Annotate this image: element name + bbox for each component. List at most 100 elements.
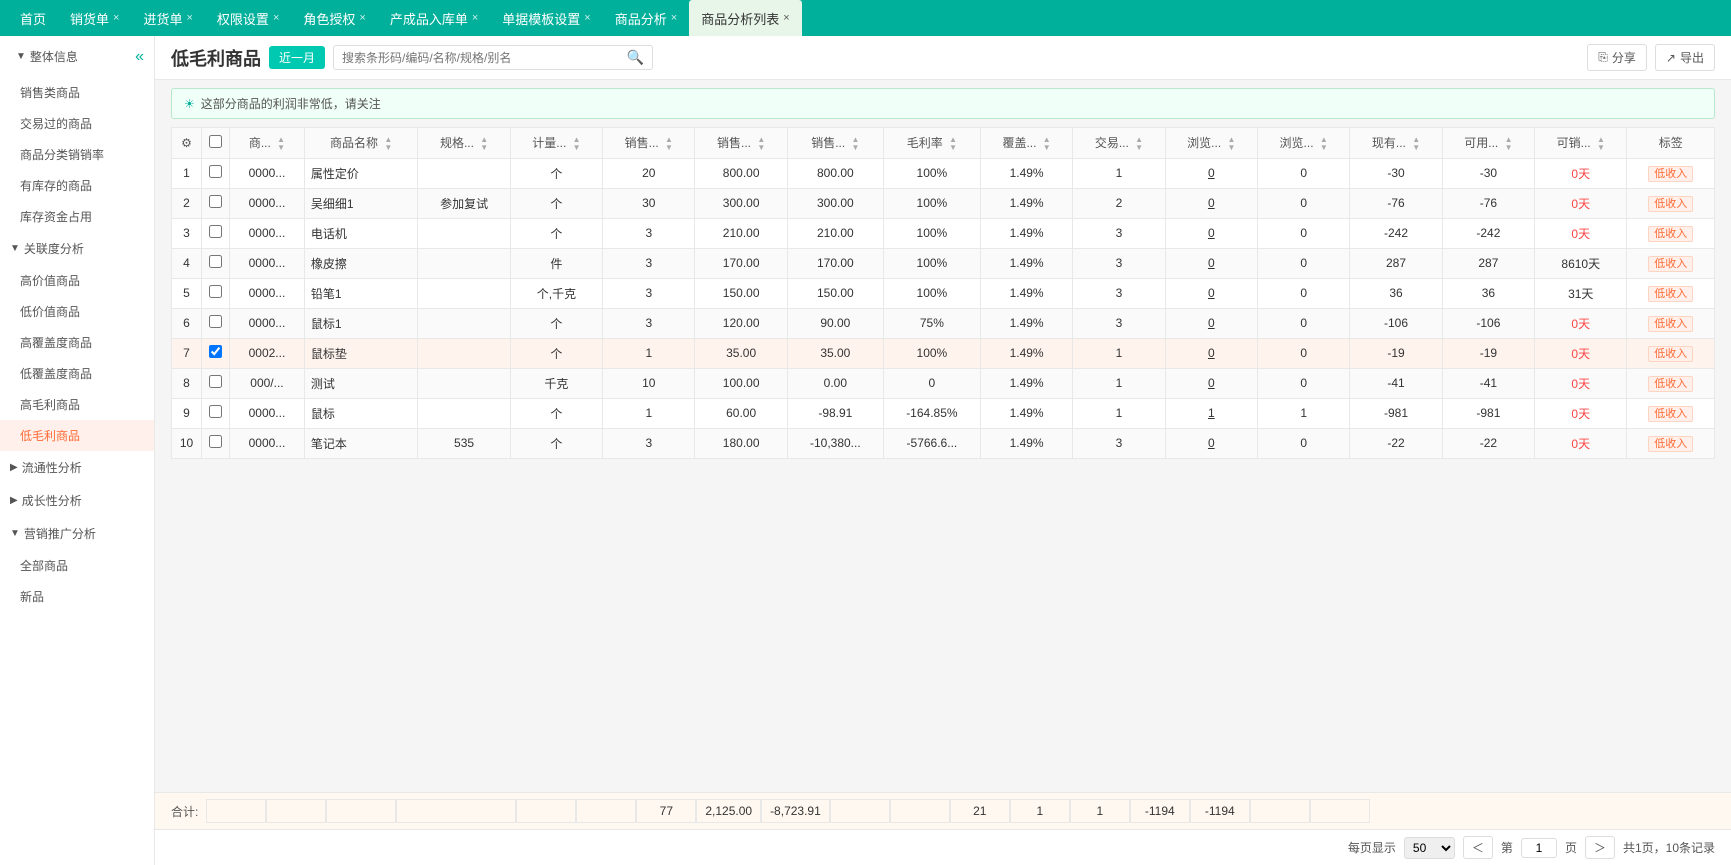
nav-product-entry-close[interactable]: × [472, 12, 478, 24]
sidebar-item-high-gross[interactable]: 高毛利商品 [0, 389, 154, 420]
prev-page-btn[interactable]: ＜ [1463, 836, 1493, 859]
sidebar-section-growth[interactable]: ▶ 成长性分析 [0, 484, 154, 517]
col-settings[interactable]: ⚙ [172, 128, 202, 159]
row-checkbox[interactable] [209, 195, 222, 208]
col-sellable[interactable]: 可销... ▲▼ [1535, 128, 1627, 159]
nav-product-entry[interactable]: 产成品入库单 × [378, 0, 490, 36]
sidebar-item-traded-goods[interactable]: 交易过的商品 [0, 108, 154, 139]
nav-role-auth[interactable]: 角色授权 × [291, 0, 377, 36]
nav-sales-close[interactable]: × [113, 12, 119, 24]
sidebar-item-all-goods[interactable]: 全部商品 [0, 550, 154, 581]
row-checkbox-cell[interactable] [202, 368, 230, 398]
row-checkbox[interactable] [209, 225, 222, 238]
sidebar-item-low-coverage[interactable]: 低覆盖度商品 [0, 358, 154, 389]
col-code[interactable]: 商... ▲▼ [230, 128, 305, 159]
row-view1[interactable]: 0 [1165, 158, 1257, 188]
sidebar-collapse-btn[interactable]: « [131, 44, 148, 70]
row-coverage: 1.49% [980, 218, 1072, 248]
sidebar-section-overview[interactable]: ▼ 整体信息 [6, 40, 88, 73]
col-available[interactable]: 可用... ▲▼ [1442, 128, 1534, 159]
row-view1[interactable]: 0 [1165, 188, 1257, 218]
row-checkbox-cell[interactable] [202, 248, 230, 278]
nav-template-setting[interactable]: 单据模板设置 × [490, 0, 602, 36]
row-no: 7 [172, 338, 202, 368]
sidebar-item-high-coverage[interactable]: 高覆盖度商品 [0, 327, 154, 358]
row-checkbox[interactable] [209, 285, 222, 298]
col-gross-margin[interactable]: 毛利率 ▲▼ [883, 128, 980, 159]
nav-permissions-close[interactable]: × [273, 12, 279, 24]
col-unit[interactable]: 计量... ▲▼ [510, 128, 602, 159]
row-checkbox-cell[interactable] [202, 218, 230, 248]
sidebar-section-circulation[interactable]: ▶ 流通性分析 [0, 451, 154, 484]
nav-purchase-close[interactable]: × [186, 12, 192, 24]
col-sales-price[interactable]: 销售... ▲▼ [695, 128, 787, 159]
row-view1[interactable]: 0 [1165, 428, 1257, 458]
row-checkbox[interactable] [209, 165, 222, 178]
col-view2[interactable]: 浏览... ▲▼ [1257, 128, 1349, 159]
row-checkbox-cell[interactable] [202, 158, 230, 188]
col-current[interactable]: 现有... ▲▼ [1350, 128, 1442, 159]
row-view1[interactable]: 1 [1165, 398, 1257, 428]
nav-analysis-list-close[interactable]: × [783, 12, 789, 24]
nav-template-close[interactable]: × [584, 12, 590, 24]
col-sales-qty[interactable]: 销售... ▲▼ [603, 128, 695, 159]
row-checkbox-cell[interactable] [202, 278, 230, 308]
col-sales-amount[interactable]: 销售... ▲▼ [787, 128, 883, 159]
row-checkbox[interactable] [209, 435, 222, 448]
sidebar-item-stock-goods[interactable]: 有库存的商品 [0, 170, 154, 201]
sidebar-section-relevance[interactable]: ▼ 关联度分析 [0, 232, 154, 265]
row-view1[interactable]: 0 [1165, 218, 1257, 248]
col-view1[interactable]: 浏览... ▲▼ [1165, 128, 1257, 159]
row-view1[interactable]: 0 [1165, 368, 1257, 398]
filter-period-btn[interactable]: 近一月 [269, 46, 325, 69]
row-checkbox-cell[interactable] [202, 398, 230, 428]
row-view1[interactable]: 0 [1165, 248, 1257, 278]
sidebar-item-low-gross[interactable]: 低毛利商品 [0, 420, 154, 451]
nav-product-analysis-close[interactable]: × [671, 12, 677, 24]
chevron-down-icon: ▼ [16, 51, 26, 62]
row-view1[interactable]: 0 [1165, 338, 1257, 368]
col-spec[interactable]: 规格... ▲▼ [418, 128, 510, 159]
row-view1[interactable]: 0 [1165, 308, 1257, 338]
row-checkbox[interactable] [209, 405, 222, 418]
col-trade[interactable]: 交易... ▲▼ [1073, 128, 1165, 159]
nav-purchase[interactable]: 进货单 × [131, 0, 204, 36]
sidebar-item-new-goods[interactable]: 新品 [0, 581, 154, 612]
col-checkbox[interactable] [202, 128, 230, 159]
row-code: 0000... [230, 428, 305, 458]
sidebar-item-high-value[interactable]: 高价值商品 [0, 265, 154, 296]
search-input[interactable] [342, 51, 627, 65]
col-name[interactable]: 商品名称 ▲▼ [304, 128, 417, 159]
row-coverage: 1.49% [980, 338, 1072, 368]
row-unit: 件 [510, 248, 602, 278]
row-checkbox[interactable] [209, 255, 222, 268]
select-all-checkbox[interactable] [209, 135, 222, 148]
nav-permissions[interactable]: 权限设置 × [205, 0, 291, 36]
next-page-btn[interactable]: ＞ [1585, 836, 1615, 859]
nav-product-analysis[interactable]: 商品分析 × [603, 0, 689, 36]
nav-sales[interactable]: 销货单 × [58, 0, 131, 36]
row-checkbox[interactable] [209, 315, 222, 328]
export-btn[interactable]: ↗ 导出 [1655, 44, 1715, 71]
page-size-select[interactable]: 50 100 200 [1404, 837, 1455, 859]
row-checkbox-cell[interactable] [202, 188, 230, 218]
nav-analysis-list[interactable]: 商品分析列表 × [689, 0, 801, 36]
row-sales-qty: 3 [603, 278, 695, 308]
sidebar-item-category-sales[interactable]: 商品分类销销率 [0, 139, 154, 170]
sidebar-item-low-value[interactable]: 低价值商品 [0, 296, 154, 327]
nav-role-auth-close[interactable]: × [359, 12, 365, 24]
row-checkbox[interactable] [209, 345, 222, 358]
row-checkbox-cell[interactable] [202, 338, 230, 368]
row-view1[interactable]: 0 [1165, 278, 1257, 308]
row-code: 0000... [230, 218, 305, 248]
sidebar-item-inventory-funds[interactable]: 库存资金占用 [0, 201, 154, 232]
sidebar-section-marketing[interactable]: ▼ 营销推广分析 [0, 517, 154, 550]
row-checkbox-cell[interactable] [202, 428, 230, 458]
row-checkbox-cell[interactable] [202, 308, 230, 338]
nav-home[interactable]: 首页 [8, 0, 58, 36]
row-checkbox[interactable] [209, 375, 222, 388]
col-coverage[interactable]: 覆盖... ▲▼ [980, 128, 1072, 159]
share-btn[interactable]: ⎘ 分享 [1587, 44, 1647, 71]
page-input[interactable] [1521, 838, 1557, 858]
sidebar-item-sales-goods[interactable]: 销售类商品 [0, 77, 154, 108]
